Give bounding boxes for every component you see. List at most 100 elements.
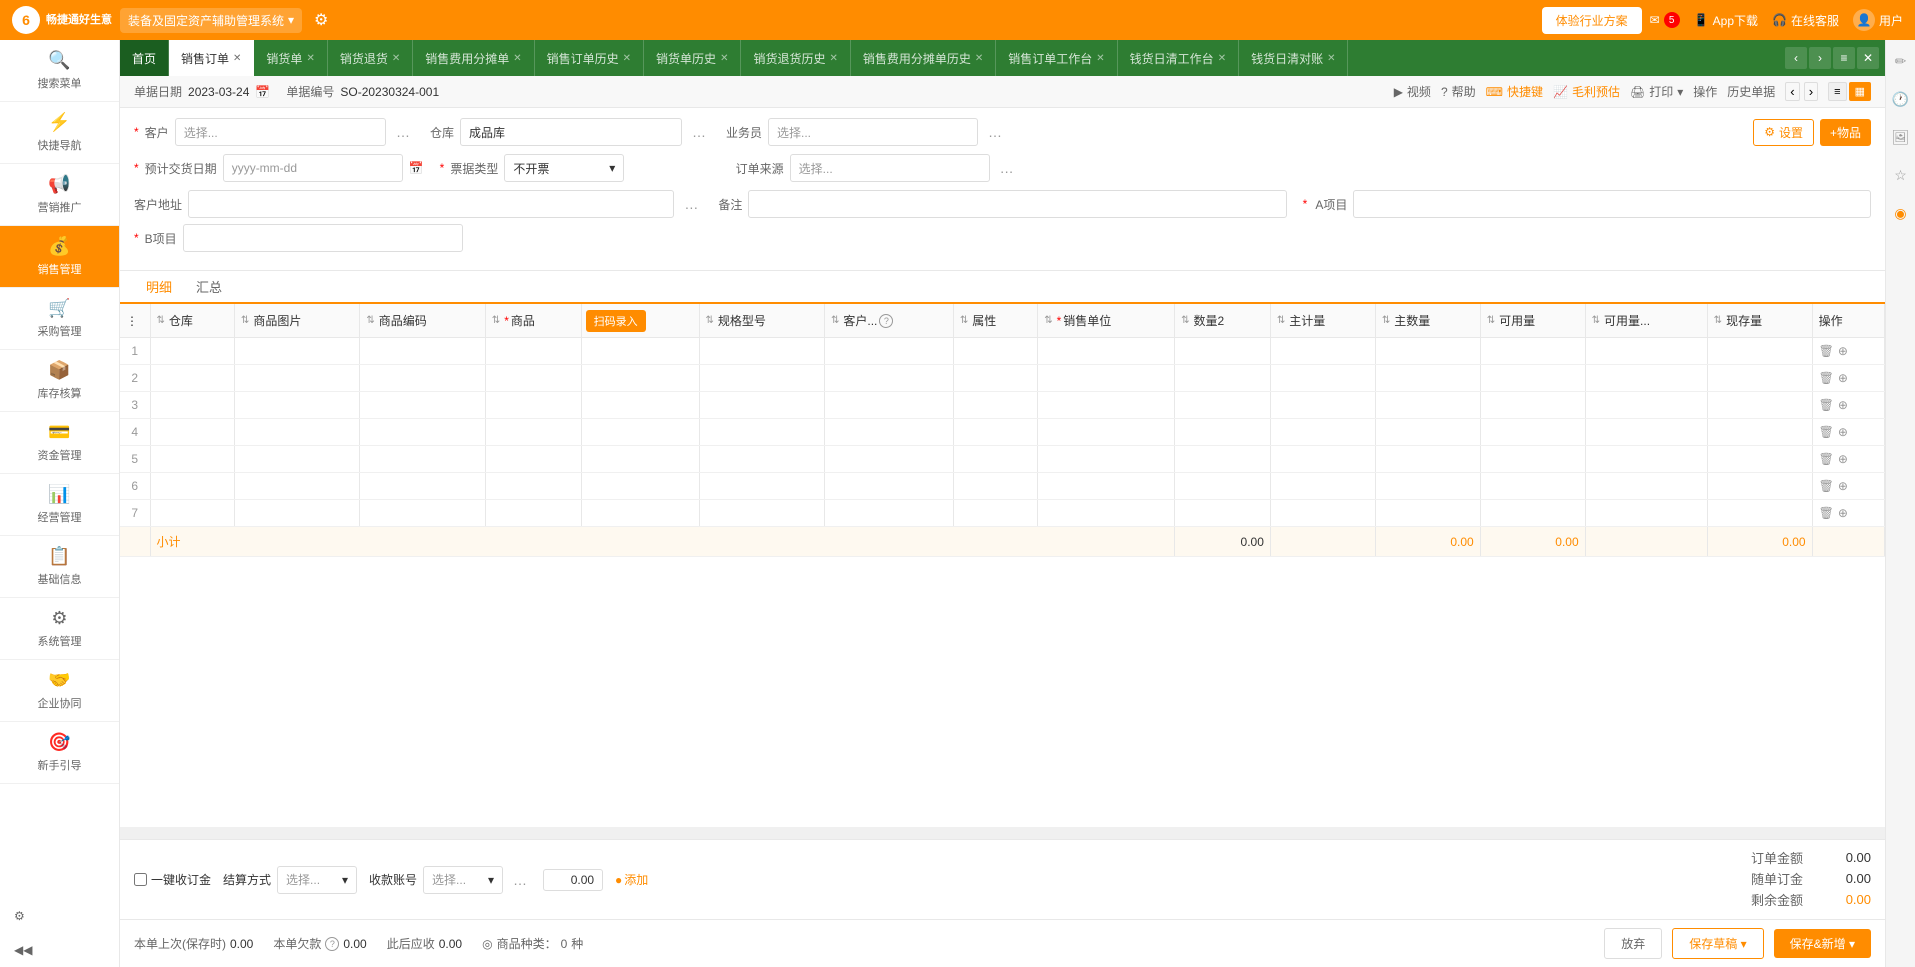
sidebar-settings-btn[interactable]: ⚙: [0, 899, 119, 933]
row-cell[interactable]: [150, 419, 234, 446]
row-cell[interactable]: [1375, 500, 1480, 527]
row-cell[interactable]: [1585, 500, 1707, 527]
sidebar-item-finance[interactable]: 💳 资金管理: [0, 412, 119, 474]
row-cell[interactable]: [824, 419, 953, 446]
row-cell[interactable]: [824, 365, 953, 392]
row-copy-icon[interactable]: ⊕: [1838, 344, 1848, 358]
row-cell[interactable]: [824, 446, 953, 473]
tab-sales-note[interactable]: 销货单 ✕: [254, 40, 327, 76]
sidebar-item-collab[interactable]: 🤝 企业协同: [0, 660, 119, 722]
settings-icon[interactable]: ⚙: [310, 6, 332, 34]
row-cell[interactable]: [1585, 419, 1707, 446]
settings-button[interactable]: ⚙ 设置: [1753, 119, 1814, 146]
sidebar-item-guide[interactable]: 🎯 新手引导: [0, 722, 119, 784]
row-cell[interactable]: [1375, 392, 1480, 419]
row-cell[interactable]: [150, 500, 234, 527]
debt-info-icon[interactable]: ?: [325, 937, 339, 951]
sidebar-item-system[interactable]: ⚙ 系统管理: [0, 598, 119, 660]
row-cell[interactable]: [953, 392, 1037, 419]
row-cell[interactable]: [1585, 446, 1707, 473]
row-cell[interactable]: [1375, 446, 1480, 473]
expected-date-input[interactable]: yyyy-mm-dd: [223, 154, 403, 182]
th-main-unit[interactable]: ⇅ 主计量: [1270, 304, 1375, 338]
row-cell[interactable]: [581, 500, 699, 527]
history-btn[interactable]: 历史单据: [1727, 83, 1775, 100]
b-project-input[interactable]: [183, 224, 463, 252]
row-copy-icon[interactable]: ⊕: [1838, 479, 1848, 493]
row-cell[interactable]: [234, 392, 359, 419]
row-cell[interactable]: [1707, 446, 1812, 473]
invoice-type-select[interactable]: 不开票 ▾: [504, 154, 624, 182]
message-item[interactable]: ✉ 5: [1650, 12, 1680, 28]
account-more-btn[interactable]: …: [509, 872, 531, 888]
tab-close-icon[interactable]: ✕: [1096, 53, 1104, 64]
save-draft-button[interactable]: 保存草稿 ▾: [1672, 928, 1763, 959]
horizontal-scrollbar[interactable]: [120, 827, 1885, 839]
warehouse-input[interactable]: 成品库: [460, 118, 682, 146]
tab-menu-button[interactable]: ≡: [1833, 47, 1855, 69]
row-cell[interactable]: [1585, 392, 1707, 419]
row-cell[interactable]: [1270, 365, 1375, 392]
row-cell[interactable]: [1175, 446, 1271, 473]
account-select[interactable]: 选择... ▾: [423, 866, 503, 894]
tab-summary[interactable]: 汇总: [184, 271, 234, 304]
auto-collect-checkbox[interactable]: [134, 873, 147, 886]
row-copy-icon[interactable]: ⊕: [1838, 452, 1848, 466]
address-more-btn[interactable]: …: [680, 196, 702, 212]
customer-address-input[interactable]: [188, 190, 674, 218]
tab-close-icon[interactable]: ✕: [306, 53, 314, 64]
help-btn[interactable]: ? 帮助: [1441, 83, 1476, 100]
order-date-value[interactable]: 2023-03-24: [188, 85, 249, 99]
tab-cash-reconcile[interactable]: 钱货日清对账 ✕: [1239, 40, 1348, 76]
th-spec[interactable]: ⇅ 规格型号: [699, 304, 824, 338]
row-cell[interactable]: [581, 338, 699, 365]
th-avail-qty2[interactable]: ⇅ 可用量...: [1585, 304, 1707, 338]
row-cell[interactable]: [1707, 392, 1812, 419]
order-source-more-btn[interactable]: …: [996, 160, 1018, 176]
row-delete-icon[interactable]: 🗑: [1819, 344, 1834, 358]
row-cell[interactable]: [485, 392, 581, 419]
row-cell[interactable]: [581, 392, 699, 419]
row-cell[interactable]: [699, 365, 824, 392]
add-item-button[interactable]: +物品: [1820, 119, 1871, 146]
sidebar-item-inventory[interactable]: 📦 库存核算: [0, 350, 119, 412]
row-cell[interactable]: [1480, 419, 1585, 446]
row-cell[interactable]: [1175, 365, 1271, 392]
row-delete-icon[interactable]: 🗑: [1819, 398, 1834, 412]
tab-sales-order[interactable]: 销售订单 ✕: [169, 40, 254, 76]
customer-more-btn[interactable]: …: [392, 124, 414, 140]
tab-close-icon[interactable]: ✕: [720, 53, 728, 64]
row-cell[interactable]: [485, 419, 581, 446]
online-support-item[interactable]: 🎧 在线客服: [1772, 12, 1839, 29]
tab-sales-order-history[interactable]: 销售订单历史 ✕: [535, 40, 644, 76]
row-cell[interactable]: [485, 446, 581, 473]
tab-home[interactable]: 首页: [120, 40, 169, 76]
row-cell[interactable]: [1175, 500, 1271, 527]
sidebar-item-purchase[interactable]: 🛒 采购管理: [0, 288, 119, 350]
print-btn[interactable]: 🖨 打印 ▾: [1630, 83, 1683, 100]
row-cell[interactable]: [485, 338, 581, 365]
row-cell[interactable]: [1270, 419, 1375, 446]
calendar-icon[interactable]: 📅: [409, 161, 424, 175]
row-cell[interactable]: [699, 473, 824, 500]
row-cell[interactable]: [1585, 338, 1707, 365]
row-cell[interactable]: [234, 338, 359, 365]
tab-close-icon[interactable]: ✕: [975, 53, 983, 64]
row-cell[interactable]: [360, 392, 485, 419]
sidebar-collapse-btn[interactable]: ◀◀: [0, 933, 119, 967]
row-cell[interactable]: [1175, 473, 1271, 500]
row-cell[interactable]: [150, 365, 234, 392]
row-cell[interactable]: [581, 446, 699, 473]
row-cell[interactable]: [1270, 473, 1375, 500]
rs-edit-icon[interactable]: ✏: [1890, 50, 1912, 72]
th-product-code[interactable]: ⇅ 商品编码: [360, 304, 485, 338]
payment-method-select[interactable]: 选择... ▾: [277, 866, 357, 894]
tab-order-workbench[interactable]: 销售订单工作台 ✕: [996, 40, 1117, 76]
tab-sales-return-history[interactable]: 销货退货历史 ✕: [741, 40, 850, 76]
th-avail-qty[interactable]: ⇅ 可用量: [1480, 304, 1585, 338]
row-cell[interactable]: [1707, 500, 1812, 527]
row-cell[interactable]: [1707, 419, 1812, 446]
row-cell[interactable]: [699, 392, 824, 419]
tab-prev-button[interactable]: ‹: [1785, 47, 1807, 69]
sidebar-item-sales[interactable]: 💰 销售管理: [0, 226, 119, 288]
